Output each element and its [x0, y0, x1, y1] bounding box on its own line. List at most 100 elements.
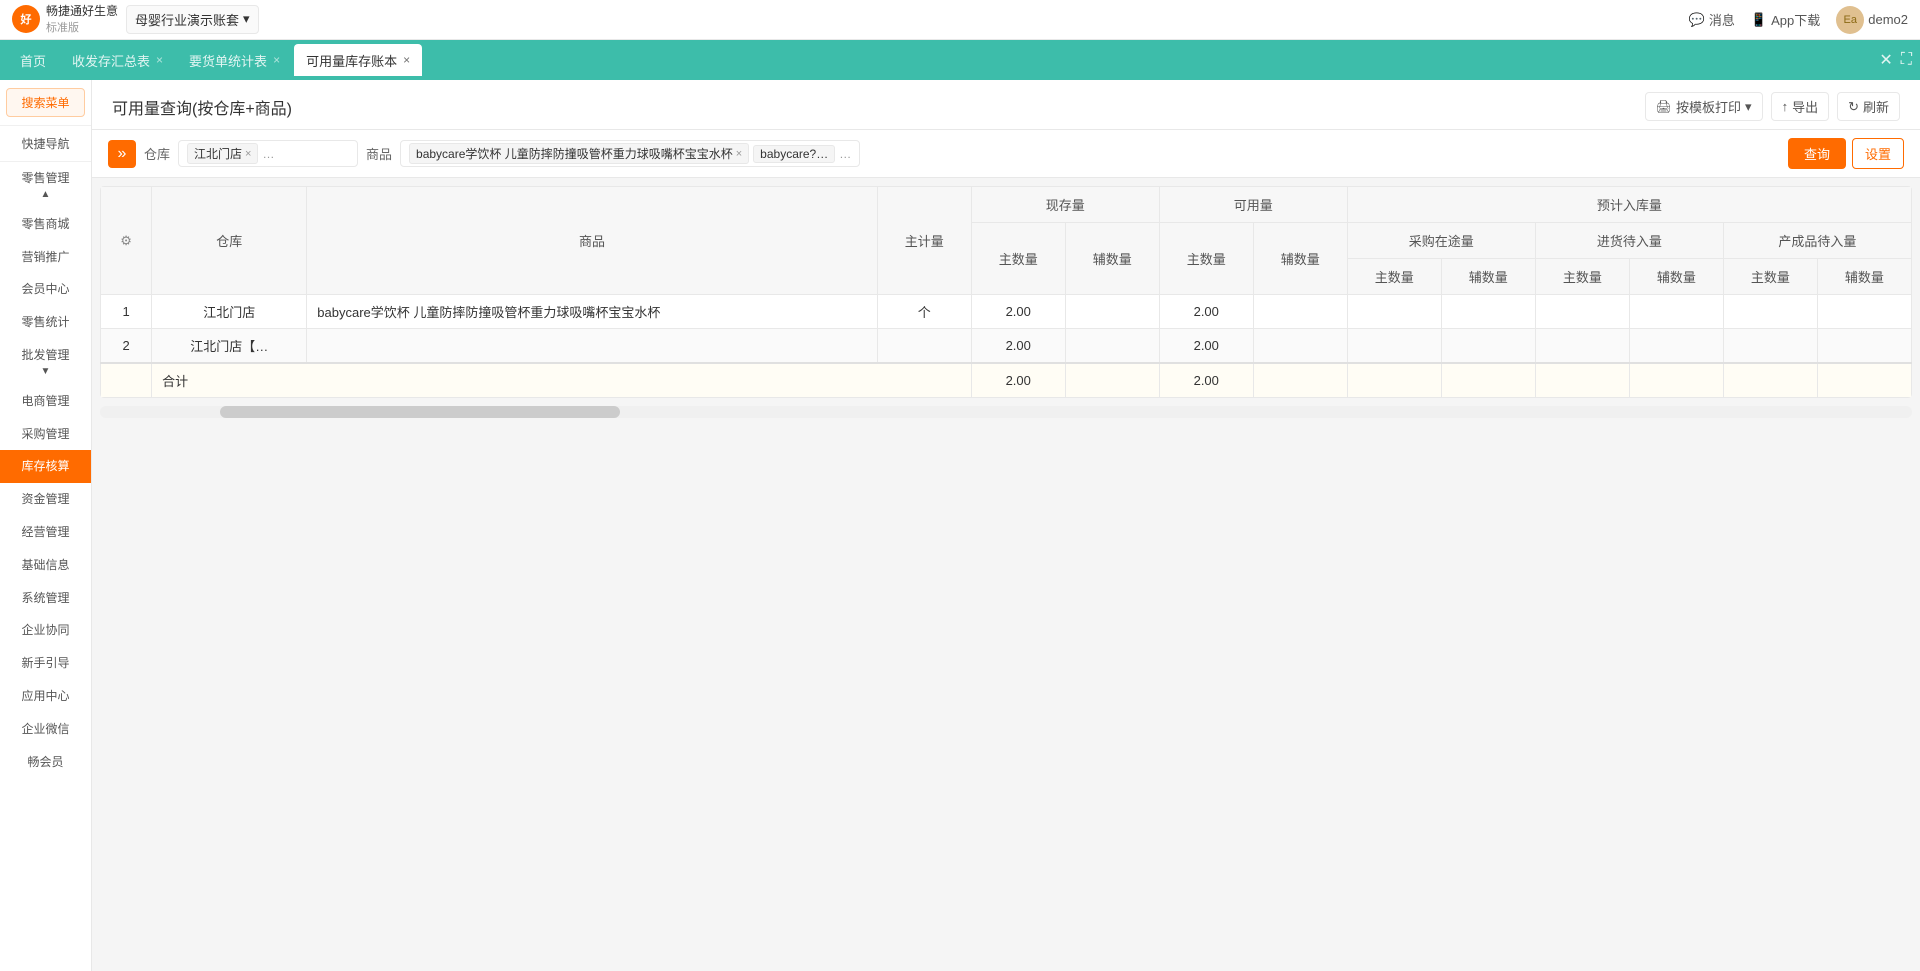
- footer-prodpending-aux: [1817, 363, 1911, 398]
- refresh-label: 刷新: [1863, 97, 1889, 116]
- filter-toggle-btn[interactable]: »: [108, 140, 136, 168]
- quick-nav-btn[interactable]: 快捷导航: [0, 130, 91, 157]
- tenant-name: 母婴行业演示账套: [135, 10, 239, 29]
- sidebar-item-ecommerce[interactable]: 电商管理: [0, 385, 91, 418]
- col-goods-header: 商品: [307, 187, 877, 295]
- col-prodpending-main: 主数量: [1723, 259, 1817, 295]
- tab-available-stock[interactable]: 可用量库存账本 ×: [294, 44, 422, 76]
- message-btn[interactable]: 💬 消息: [1689, 10, 1735, 29]
- sidebar-item-enterprise[interactable]: 企业协同: [0, 614, 91, 647]
- footer-stock-main: 2.00: [971, 363, 1065, 398]
- tab-close-all[interactable]: ✕: [1879, 50, 1892, 70]
- app-download-btn[interactable]: 📱 App下载: [1751, 10, 1820, 29]
- sidebar-finance-label: 资金管理: [21, 491, 69, 508]
- template-print-btn[interactable]: 🖨 按模板打印 ▾: [1645, 92, 1763, 121]
- row2-prodpending-main: [1723, 329, 1817, 364]
- col-current-stock-header: 现存量: [971, 187, 1159, 223]
- export-btn[interactable]: ↑ 导出: [1771, 92, 1830, 121]
- sidebar-operations-label: 经营管理: [21, 524, 69, 541]
- sidebar-item-inventory[interactable]: 库存核算: [0, 450, 91, 483]
- sidebar-item-app-center[interactable]: 应用中心: [0, 680, 91, 713]
- logo-icon: 好: [12, 5, 40, 33]
- sidebar-zero-retail-label: 零售管理: [21, 170, 69, 187]
- sidebar-item-marketing[interactable]: 营销推广: [0, 241, 91, 274]
- row1-stock-main: 2.00: [971, 295, 1065, 329]
- sidebar-nav: 快捷导航: [0, 126, 91, 162]
- row2-goods: [307, 329, 877, 364]
- footer-ponway-aux: [1441, 363, 1535, 398]
- tab-order-summary-label: 要货单统计表: [189, 51, 267, 70]
- warehouse-filter-input[interactable]: 江北门店 × …: [178, 140, 358, 167]
- col-settings-icon[interactable]: ⚙: [120, 233, 132, 248]
- table-wrap: ⚙ 仓库 商品 主计量 现存量: [100, 186, 1912, 398]
- message-label: 消息: [1709, 10, 1735, 29]
- settings-btn[interactable]: 设置: [1852, 138, 1904, 169]
- col-settings-header[interactable]: ⚙: [101, 187, 152, 295]
- sidebar-item-basic-info[interactable]: 基础信息: [0, 549, 91, 582]
- sidebar-item-newbie[interactable]: 新手引导: [0, 647, 91, 680]
- sidebar-item-member2[interactable]: 畅会员: [0, 746, 91, 779]
- sidebar-item-wecom[interactable]: 企业微信: [0, 713, 91, 746]
- sidebar-item-zero-mall[interactable]: 零售商城: [0, 208, 91, 241]
- export-label: 导出: [1792, 97, 1818, 116]
- warehouse-tag-close[interactable]: ×: [245, 148, 251, 160]
- refresh-btn[interactable]: ↻ 刷新: [1837, 92, 1900, 121]
- top-bar-left: 好 畅捷通好生意 标准版 母婴行业演示账套 ▾: [12, 4, 259, 34]
- goods-tag-1-close[interactable]: ×: [736, 148, 742, 160]
- user-menu[interactable]: Ea demo2: [1836, 6, 1908, 34]
- sidebar-item-zero-stats[interactable]: 零售统计: [0, 306, 91, 339]
- logo-text: 畅捷通好生意: [46, 4, 118, 18]
- goods-tag-1: babycare学饮杯 儿童防摔防撞吸管杯重力球吸嘴杯宝宝水杯 ×: [409, 143, 749, 164]
- footer-ppending-main: [1535, 363, 1629, 398]
- goods-more[interactable]: …: [839, 147, 851, 161]
- goods-filter-input[interactable]: babycare学饮杯 儿童防摔防撞吸管杯重力球吸嘴杯宝宝水杯 × babyca…: [400, 140, 860, 167]
- sidebar-enterprise-label: 企业协同: [21, 622, 69, 639]
- row2-ppending-aux: [1629, 329, 1723, 364]
- filter-area: » 仓库 江北门店 × … 商品 babycare学饮杯 儿童防摔防撞吸管杯重力…: [92, 130, 1920, 178]
- col-ppending-main: 主数量: [1535, 259, 1629, 295]
- tab-receive-summary-label: 收发存汇总表: [72, 51, 150, 70]
- row1-avail-aux: [1253, 295, 1347, 329]
- tab-receive-summary-close[interactable]: ×: [156, 53, 163, 67]
- row2-prodpending-aux: [1817, 329, 1911, 364]
- row1-goods: babycare学饮杯 儿童防摔防撞吸管杯重力球吸嘴杯宝宝水杯: [307, 295, 877, 329]
- tab-order-summary[interactable]: 要货单统计表 ×: [177, 44, 292, 76]
- tab-available-stock-label: 可用量库存账本: [306, 51, 397, 70]
- sidebar-item-operations[interactable]: 经营管理: [0, 516, 91, 549]
- tab-available-stock-close[interactable]: ×: [403, 53, 410, 67]
- sidebar-item-wholesale[interactable]: 批发管理 ▼: [0, 339, 91, 385]
- footer-prodpending-main: [1723, 363, 1817, 398]
- tab-maximize[interactable]: ⛶: [1901, 51, 1912, 69]
- refresh-icon: ↻: [1848, 99, 1859, 115]
- sidebar-item-member[interactable]: 会员中心: [0, 273, 91, 306]
- warehouse-more[interactable]: …: [262, 147, 274, 161]
- horizontal-scrollbar[interactable]: [100, 406, 1912, 418]
- sidebar-item-zero-retail[interactable]: 零售管理 ▲: [0, 162, 91, 208]
- footer-label: 合计: [152, 363, 972, 398]
- filter-actions: 查询 设置: [1788, 138, 1904, 169]
- query-btn[interactable]: 查询: [1788, 138, 1846, 169]
- row1-ppending-aux: [1629, 295, 1723, 329]
- row1-ponway-main: [1347, 295, 1441, 329]
- sidebar-item-system[interactable]: 系统管理: [0, 582, 91, 615]
- logo-area: 好 畅捷通好生意 标准版: [12, 4, 118, 34]
- col-avail-aux-header: 辅数量: [1253, 223, 1347, 295]
- row2-ponway-main: [1347, 329, 1441, 364]
- search-menu-btn[interactable]: 搜索菜单: [6, 88, 85, 117]
- col-forecast-header: 预计入库量: [1347, 187, 1911, 223]
- tab-order-summary-close[interactable]: ×: [273, 53, 280, 67]
- sidebar-item-purchase[interactable]: 采购管理: [0, 418, 91, 451]
- row2-stock-main: 2.00: [971, 329, 1065, 364]
- scrollbar-thumb[interactable]: [220, 406, 620, 418]
- col-avail-main-header: 主数量: [1159, 223, 1253, 295]
- sidebar-item-finance[interactable]: 资金管理: [0, 483, 91, 516]
- row2-warehouse: 江北门店【…: [152, 329, 307, 364]
- tab-home[interactable]: 首页: [8, 44, 58, 76]
- data-table: ⚙ 仓库 商品 主计量 现存量: [100, 186, 1912, 398]
- footer-ppending-aux: [1629, 363, 1723, 398]
- sidebar: 搜索菜单 快捷导航 零售管理 ▲ 零售商城 营销推广 会员中心 零售统计 批发管…: [0, 80, 92, 971]
- tenant-selector[interactable]: 母婴行业演示账套 ▾: [126, 5, 259, 34]
- sidebar-newbie-label: 新手引导: [21, 655, 69, 672]
- tab-receive-summary[interactable]: 收发存汇总表 ×: [60, 44, 175, 76]
- row2-avail-main: 2.00: [1159, 329, 1253, 364]
